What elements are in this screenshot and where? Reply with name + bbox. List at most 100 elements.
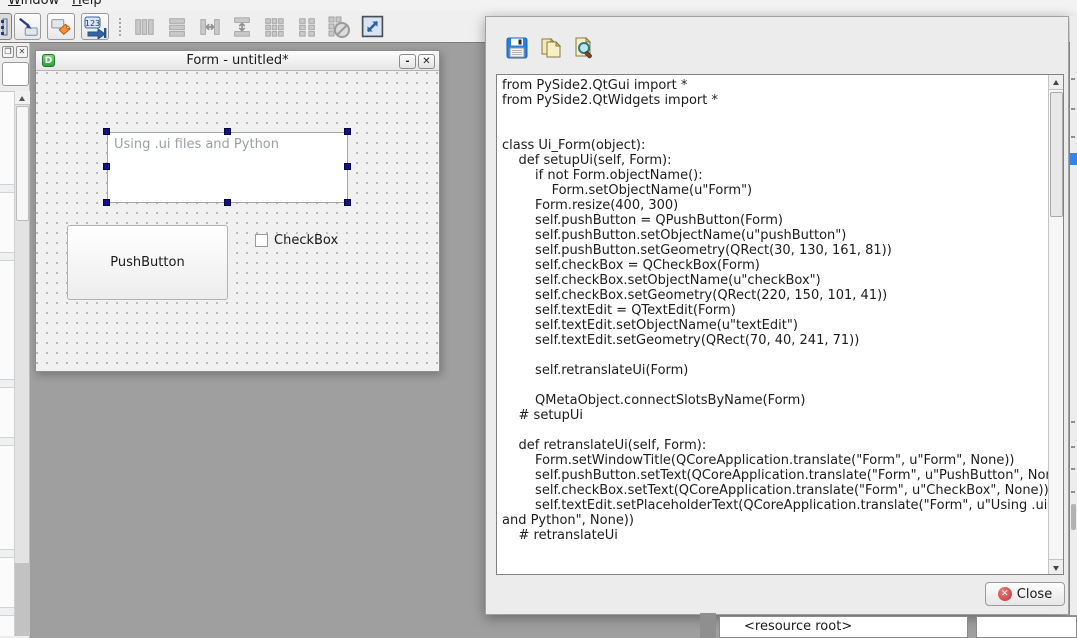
resource-tree[interactable]: <resource root> bbox=[719, 616, 968, 638]
copy-button[interactable] bbox=[537, 34, 565, 62]
selection-handle-mid-left[interactable] bbox=[103, 163, 110, 170]
lay-out-horizontally-in-splitter-button[interactable] bbox=[196, 13, 223, 40]
code-preview-dialog: from PySide2.QtGui import *from PySide2.… bbox=[485, 16, 1069, 615]
code-line: self.checkBox.setText(QCoreApplication.t… bbox=[502, 483, 1049, 498]
code-line: self.textEdit.setPlaceholderText(QCoreAp… bbox=[502, 498, 1049, 513]
save-button[interactable] bbox=[503, 34, 531, 62]
lay-out-horizontally-icon bbox=[133, 16, 155, 38]
edit-buddies-button[interactable] bbox=[47, 13, 75, 40]
code-line: def setupUi(self, Form): bbox=[502, 153, 1049, 168]
code-line bbox=[502, 348, 1049, 363]
svg-text:123: 123 bbox=[85, 19, 100, 28]
menu-window[interactable]: Window bbox=[8, 0, 59, 8]
code-line: def retranslateUi(self, Form): bbox=[502, 438, 1049, 453]
textedit-widget[interactable]: Using .ui files and Python bbox=[107, 132, 348, 203]
code-view[interactable]: from PySide2.QtGui import *from PySide2.… bbox=[496, 74, 1064, 575]
edit-widgets-button[interactable] bbox=[0, 13, 12, 40]
code-line: self.textEdit = QTextEdit(Form) bbox=[502, 303, 1049, 318]
scroll-up-icon[interactable] bbox=[1049, 75, 1064, 90]
close-window-button[interactable]: ✕ bbox=[418, 54, 435, 69]
lay-out-horizontally-in-splitter-icon bbox=[199, 16, 221, 38]
code-line: self.textEdit.setObjectName(u"textEdit") bbox=[502, 318, 1049, 333]
scroll-down-icon[interactable] bbox=[1049, 559, 1064, 574]
code-line: if not Form.objectName(): bbox=[502, 168, 1049, 183]
form-window-title: Form - untitled* bbox=[36, 53, 439, 68]
edit-buddies-icon bbox=[50, 16, 72, 38]
textedit-placeholder: Using .ui files and Python bbox=[114, 137, 279, 152]
edit-widgets-icon bbox=[0, 17, 11, 37]
code-line: from PySide2.QtWidgets import * bbox=[502, 93, 1049, 108]
scrollbar-thumb[interactable] bbox=[1050, 92, 1063, 217]
lay-out-in-form-layout-button[interactable] bbox=[293, 13, 320, 40]
lay-out-in-form-layout-icon bbox=[296, 16, 318, 38]
form-canvas[interactable]: Using .ui files and Python PushButton Ch… bbox=[36, 71, 439, 371]
adjust-size-button[interactable] bbox=[358, 13, 387, 40]
lay-out-in-grid-button[interactable] bbox=[260, 13, 287, 40]
edit-signals-slots-button[interactable] bbox=[14, 13, 41, 40]
lay-out-vertically-in-splitter-button[interactable] bbox=[228, 13, 255, 40]
code-line: # retranslateUi bbox=[502, 528, 1049, 543]
widget-category-row[interactable] bbox=[0, 379, 14, 388]
code-line: self.checkBox.setObjectName(u"checkBox") bbox=[502, 273, 1049, 288]
edit-tab-order-button[interactable]: 123 bbox=[81, 13, 109, 40]
selection-handle-top-right[interactable] bbox=[344, 128, 351, 135]
selection-handle-bottom-mid[interactable] bbox=[224, 199, 231, 206]
panel-float-button[interactable]: ❐ bbox=[2, 46, 14, 58]
scroll-up-icon[interactable] bbox=[15, 91, 30, 105]
right-panel-scroll-thumb[interactable] bbox=[1071, 504, 1076, 530]
widget-category-row[interactable] bbox=[0, 549, 14, 558]
code-line: self.retranslateUi(Form) bbox=[502, 363, 1049, 378]
widget-filter-input[interactable] bbox=[2, 62, 29, 86]
menu-help[interactable]: Help bbox=[72, 0, 102, 8]
checkbox-widget[interactable]: CheckBox bbox=[255, 233, 338, 248]
minimize-button[interactable]: - bbox=[399, 54, 416, 69]
resource-detail-pane[interactable] bbox=[976, 616, 1077, 638]
widget-box-list[interactable] bbox=[0, 91, 14, 636]
lay-out-vertically-in-splitter-icon bbox=[231, 16, 253, 38]
code-line: self.checkBox.setGeometry(QRect(220, 150… bbox=[502, 288, 1049, 303]
code-line bbox=[502, 108, 1049, 123]
selection-handle-bottom-right[interactable] bbox=[344, 199, 351, 206]
find-button[interactable] bbox=[570, 34, 598, 62]
resource-root-item[interactable]: <resource root> bbox=[744, 619, 852, 634]
code-line bbox=[502, 423, 1049, 438]
code-text: from PySide2.QtGui import *from PySide2.… bbox=[497, 75, 1049, 543]
qt-designer-screen: Window Help 123 bbox=[0, 0, 1077, 638]
pushbutton-widget[interactable]: PushButton bbox=[67, 225, 228, 300]
widget-category-row[interactable] bbox=[0, 252, 14, 261]
edit-signals-slots-icon bbox=[17, 16, 39, 38]
widget-category-row[interactable] bbox=[0, 437, 14, 446]
close-button[interactable]: Close bbox=[985, 582, 1065, 606]
code-line: # setupUi bbox=[502, 408, 1049, 423]
widget-box-panel: ❐ ✕ bbox=[0, 43, 30, 638]
copy-icon bbox=[539, 36, 563, 60]
right-panel-selected-mark bbox=[1070, 153, 1077, 165]
lay-out-horizontally-button[interactable] bbox=[130, 13, 157, 40]
code-line: Form.resize(400, 300) bbox=[502, 198, 1049, 213]
save-icon bbox=[505, 36, 529, 60]
selection-handle-bottom-left[interactable] bbox=[103, 199, 110, 206]
break-layout-button[interactable] bbox=[325, 13, 353, 40]
selection-handle-top-left[interactable] bbox=[103, 128, 110, 135]
widget-category-row[interactable] bbox=[0, 607, 14, 616]
code-scrollbar[interactable] bbox=[1048, 75, 1063, 574]
pushbutton-label: PushButton bbox=[110, 255, 184, 270]
lay-out-in-grid-icon bbox=[263, 16, 285, 38]
widget-box-scrollbar[interactable] bbox=[14, 91, 29, 636]
widget-category-row[interactable] bbox=[0, 184, 14, 193]
selection-handle-top-mid[interactable] bbox=[224, 128, 231, 135]
lay-out-vertically-button[interactable] bbox=[163, 13, 190, 40]
resource-panel-corner bbox=[700, 613, 716, 638]
code-line: self.checkBox = QCheckBox(Form) bbox=[502, 258, 1049, 273]
panel-close-button[interactable]: ✕ bbox=[16, 46, 28, 58]
code-line: self.pushButton.setText(QCoreApplication… bbox=[502, 468, 1049, 483]
selection-handle-mid-right[interactable] bbox=[344, 163, 351, 170]
code-line: and Python", None)) bbox=[502, 513, 1049, 528]
scrollbar-track[interactable] bbox=[15, 563, 30, 636]
form-editor-window: D Form - untitled* - ✕ Using .ui files a… bbox=[35, 50, 440, 372]
form-titlebar[interactable]: D Form - untitled* - ✕ bbox=[36, 51, 439, 71]
break-layout-icon bbox=[327, 15, 351, 39]
checkbox-box-icon[interactable] bbox=[255, 234, 268, 247]
scrollbar-thumb[interactable] bbox=[16, 106, 29, 221]
code-line bbox=[502, 378, 1049, 393]
